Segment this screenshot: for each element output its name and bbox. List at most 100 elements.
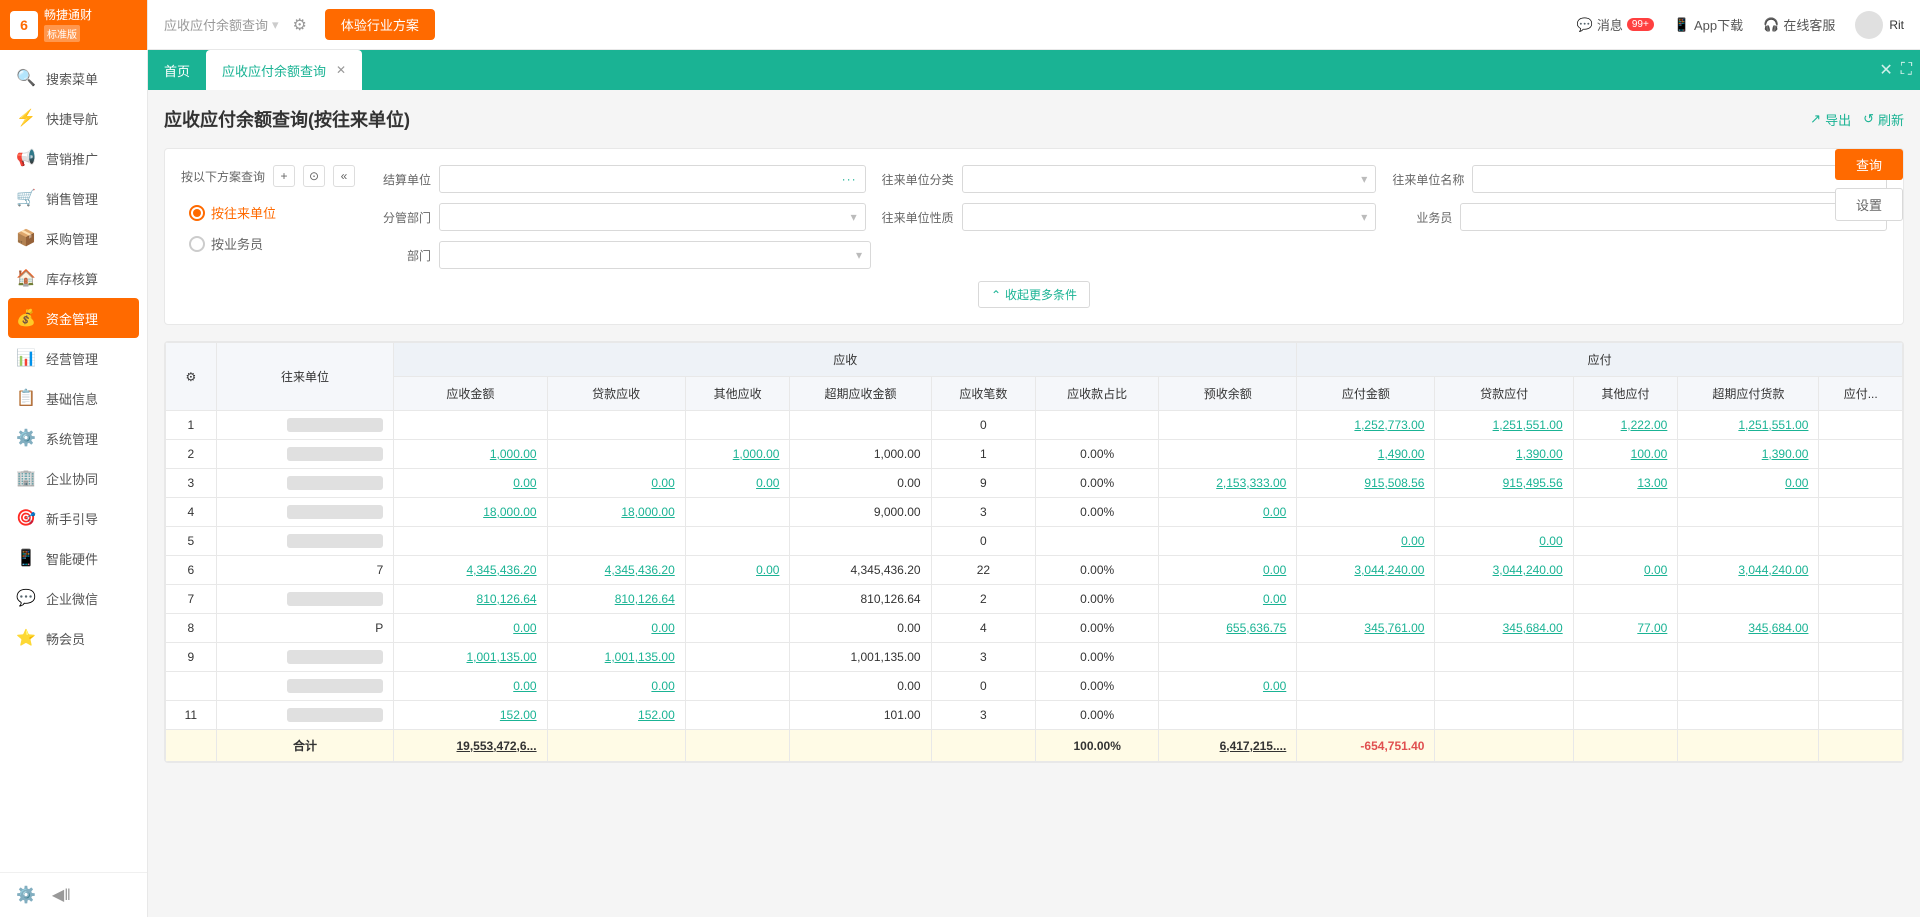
collapse-icon[interactable]: ◀‖: [52, 885, 71, 905]
partner-category-label: 往来单位分类: [882, 171, 954, 188]
sidebar-item-newbie[interactable]: 🎯 新手引导: [0, 498, 147, 538]
logo-text: 畅捷通财: [44, 8, 92, 22]
sidebar-item-quicknav[interactable]: ⚡ 快捷导航: [0, 98, 147, 138]
filter-query-by-partner[interactable]: 按往来单位: [181, 199, 355, 226]
table-config-icon[interactable]: ⚙: [176, 370, 206, 384]
query-button[interactable]: 查询: [1835, 149, 1903, 180]
salesperson-input[interactable]: ···: [1460, 203, 1887, 231]
sidebar-item-marketing[interactable]: 📢 营销推广: [0, 138, 147, 178]
sidebar-item-search[interactable]: 🔍 搜索菜单: [0, 58, 147, 98]
tab-bar: 首页 应收应付余额查询 ✕ ✕ ⛶: [148, 50, 1920, 90]
user-avatar-area[interactable]: Rit: [1855, 11, 1904, 39]
sidebar-item-enterprise[interactable]: 🏢 企业协同: [0, 458, 147, 498]
header-right: 💬 消息 99+ 📱 App下载 🎧 在线客服 Rit: [1577, 11, 1904, 39]
marketing-icon: 📢: [16, 148, 36, 168]
collapse-chevron-icon: ⌃: [991, 288, 1001, 302]
th-partner: 往来单位: [216, 343, 393, 411]
config-scheme-icon[interactable]: ⊙: [303, 165, 325, 187]
sidebar-item-hardware[interactable]: 📱 智能硬件: [0, 538, 147, 578]
export-button[interactable]: ↗ 导出: [1810, 110, 1851, 129]
partner-category-input[interactable]: ▾: [962, 165, 1377, 193]
refresh-button[interactable]: ↺ 刷新: [1863, 110, 1904, 129]
th-ap-loan: 贷款应付: [1435, 377, 1573, 411]
table-row: 11xxxxxxxxxxxxxxxx152.00152.00101.0030.0…: [166, 701, 1903, 730]
online-service-button[interactable]: 🎧 在线客服: [1763, 15, 1835, 34]
department-input[interactable]: ▾: [439, 241, 871, 269]
th-ar-prepay: 预收余额: [1159, 377, 1297, 411]
settlement-unit-label: 结算单位: [371, 171, 431, 188]
setting-button[interactable]: 设置: [1835, 188, 1903, 221]
tab-fullscreen-icon[interactable]: ⛶: [1901, 61, 1912, 79]
collapse-button[interactable]: ⌃ 收起更多条件: [978, 281, 1090, 308]
messages-badge: 99+: [1627, 18, 1654, 31]
hardware-icon: 📱: [16, 548, 36, 568]
settings-icon[interactable]: ⚙️: [16, 885, 36, 905]
sidebar-item-purchase[interactable]: 📦 采购管理: [0, 218, 147, 258]
tab-close-window-icon[interactable]: ✕: [1879, 60, 1892, 80]
field-partner-category: 往来单位分类 ▾: [882, 165, 1377, 193]
field-salesperson: 业务员 ···: [1392, 203, 1887, 231]
promo-button[interactable]: 体验行业方案: [325, 9, 435, 40]
tab-arbalance[interactable]: 应收应付余额查询 ✕: [206, 50, 362, 90]
sidebar-item-system[interactable]: ⚙️ 系统管理: [0, 418, 147, 458]
th-ar-ratio: 应收款占比: [1036, 377, 1159, 411]
summary-ar-prepay[interactable]: 6,417,215....: [1159, 730, 1297, 762]
th-ar-other: 其他应收: [685, 377, 790, 411]
radio-partner-icon: [189, 205, 205, 221]
th-ar-loan: 贷款应收: [547, 377, 685, 411]
sidebar-item-operations[interactable]: 📊 经营管理: [0, 338, 147, 378]
sidebar-item-member[interactable]: ⭐ 畅会员: [0, 618, 147, 658]
messages-button[interactable]: 💬 消息 99+: [1577, 15, 1654, 34]
tab-home[interactable]: 首页: [148, 50, 206, 90]
settlement-unit-input[interactable]: ···: [439, 165, 866, 193]
sidebar-logo: 6 畅捷通财 标准版: [0, 0, 147, 50]
sidebar-item-sales[interactable]: 🛒 销售管理: [0, 178, 147, 218]
department-label: 部门: [371, 247, 431, 264]
sidebar-item-basic[interactable]: 📋 基础信息: [0, 378, 147, 418]
partner-category-chevron-icon: ▾: [1361, 172, 1367, 186]
field-managing-dept: 分管部门 ▾: [371, 203, 866, 231]
filter-row-2: 分管部门 ▾ 往来单位性质 ▾: [371, 203, 1887, 231]
managing-dept-input[interactable]: ▾: [439, 203, 866, 231]
export-icon: ↗: [1810, 111, 1821, 127]
page-title: 应收应付余额查询(按往来单位): [164, 106, 410, 132]
th-ap-amount: 应付金额: [1297, 377, 1435, 411]
th-ap-group: 应付: [1297, 343, 1903, 377]
table-row: xxxxxxxxxxxxxxxx0.000.000.0000.00%0.00: [166, 672, 1903, 701]
app-download-button[interactable]: 📱 App下载: [1674, 15, 1743, 34]
filter-row-1: 结算单位 ··· 往来单位分类 ▾: [371, 165, 1887, 193]
breadcrumb: 应收应付余额查询 ▾: [164, 15, 279, 34]
message-icon: 💬: [1577, 17, 1593, 33]
partner-name-label: 往来单位名称: [1392, 171, 1464, 188]
inventory-icon: 🏠: [16, 268, 36, 288]
query-type-1-label: 按往来单位: [211, 203, 276, 222]
partner-nature-input[interactable]: ▾: [962, 203, 1377, 231]
header-gear-icon[interactable]: ⚙: [293, 15, 307, 35]
filter-panel: 按以下方案查询 + ⊙ « 按往来单位 按业务员: [164, 148, 1904, 325]
sales-icon: 🛒: [16, 188, 36, 208]
field-department: 部门 ▾: [371, 241, 871, 269]
filter-query-by-salesperson[interactable]: 按业务员: [181, 230, 355, 257]
summary-label: 合计: [216, 730, 393, 762]
sidebar-item-inventory[interactable]: 🏠 库存核算: [0, 258, 147, 298]
collapse-scheme-icon[interactable]: «: [333, 165, 355, 187]
th-ar-overdue: 超期应收金额: [790, 377, 931, 411]
tab-close-icon[interactable]: ✕: [336, 63, 346, 77]
sidebar-bottom: ⚙️ ◀‖: [0, 872, 147, 917]
table-row: 4xxxxxxxxxxxxxxxx18,000.0018,000.009,000…: [166, 498, 1903, 527]
wechat-icon: 💬: [16, 588, 36, 608]
sidebar-item-wechat[interactable]: 💬 企业微信: [0, 578, 147, 618]
partner-name-input[interactable]: [1472, 165, 1887, 193]
add-scheme-icon[interactable]: +: [273, 165, 295, 187]
th-ap-overdue: 超期应付货款: [1678, 377, 1819, 411]
newbie-icon: 🎯: [16, 508, 36, 528]
th-ap-more: 应付...: [1819, 377, 1903, 411]
summary-ar-amount[interactable]: 19,553,472,6...: [394, 730, 547, 762]
logo-badge: 标准版: [44, 25, 80, 42]
th-ar-count: 应收笔数: [931, 377, 1036, 411]
top-header: 应收应付余额查询 ▾ ⚙ 体验行业方案 💬 消息 99+ 📱 App下载 🎧 在…: [148, 0, 1920, 50]
user-avatar: [1855, 11, 1883, 39]
breadcrumb-text: 应收应付余额查询: [164, 15, 268, 34]
sidebar-item-finance[interactable]: 💰 资金管理: [8, 298, 139, 338]
query-type-2-label: 按业务员: [211, 234, 263, 253]
